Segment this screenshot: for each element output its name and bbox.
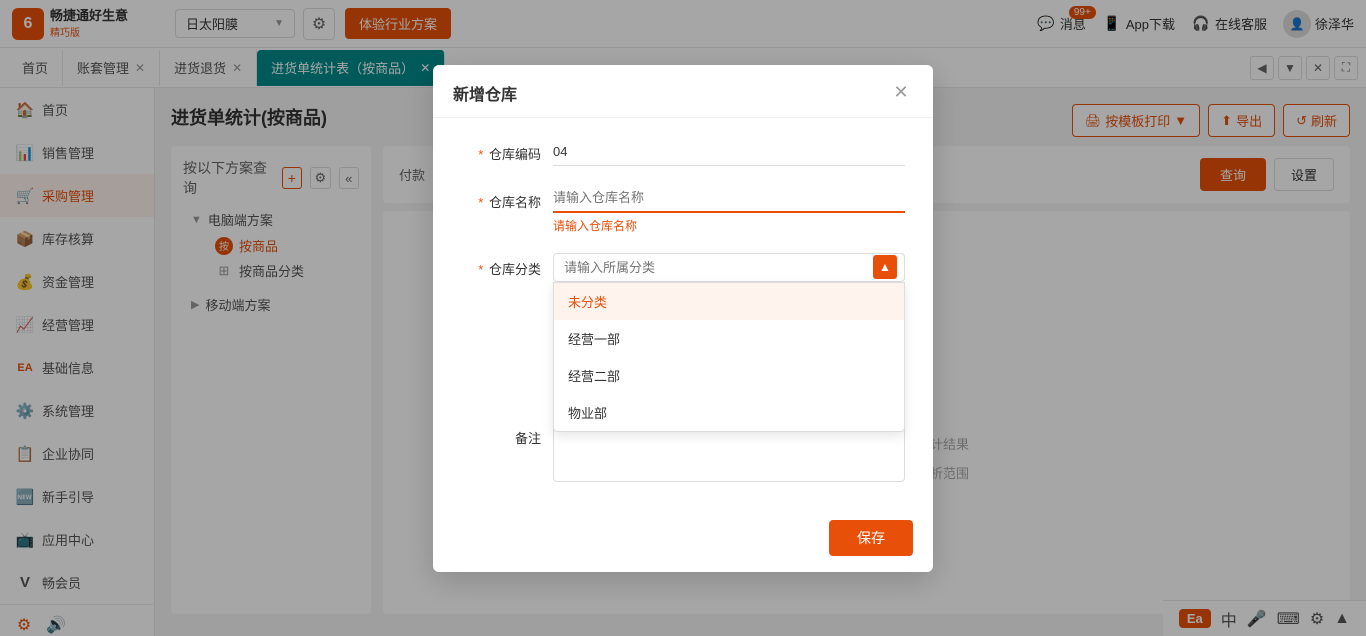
category-select-wrap: ▲ 未分类 经营一部 经营二部 物业部 xyxy=(553,253,905,282)
form-row-category: * 仓库分类 ▲ 未分类 经营一部 经营二部 物业部 xyxy=(461,253,905,282)
dropdown-item-2[interactable]: 经营二部 xyxy=(554,357,904,394)
save-button[interactable]: 保存 xyxy=(829,520,913,556)
remark-label: 备注 xyxy=(461,422,541,447)
category-label: * 仓库分类 xyxy=(461,253,541,278)
dropdown-item-1[interactable]: 经营一部 xyxy=(554,320,904,357)
name-error-msg: 请输入仓库名称 xyxy=(553,219,637,233)
category-arrow-button[interactable]: ▲ xyxy=(873,255,897,279)
dropdown-item-3[interactable]: 物业部 xyxy=(554,394,904,431)
name-input[interactable] xyxy=(553,184,905,213)
modal-header: 新增仓库 ✕ xyxy=(433,65,933,118)
modal-close-button[interactable]: ✕ xyxy=(889,81,913,105)
code-label: * 仓库编码 xyxy=(461,138,541,163)
form-row-name: * 仓库名称 请输入仓库名称 xyxy=(461,184,905,235)
category-dropdown: 未分类 经营一部 经营二部 物业部 xyxy=(553,282,905,432)
name-label: * 仓库名称 xyxy=(461,186,541,211)
modal-body: * 仓库编码 * 仓库名称 请输入仓库名称 xyxy=(433,118,933,510)
form-row-code: * 仓库编码 xyxy=(461,138,905,166)
modal-new-warehouse: 新增仓库 ✕ * 仓库编码 * 仓库名称 xyxy=(433,65,933,572)
modal-overlay: 新增仓库 ✕ * 仓库编码 * 仓库名称 xyxy=(0,0,1366,636)
code-input[interactable] xyxy=(553,138,905,166)
modal-title: 新增仓库 xyxy=(453,81,517,105)
category-input[interactable] xyxy=(553,253,905,282)
dropdown-item-0[interactable]: 未分类 xyxy=(554,283,904,320)
modal-footer: 保存 xyxy=(433,510,933,572)
